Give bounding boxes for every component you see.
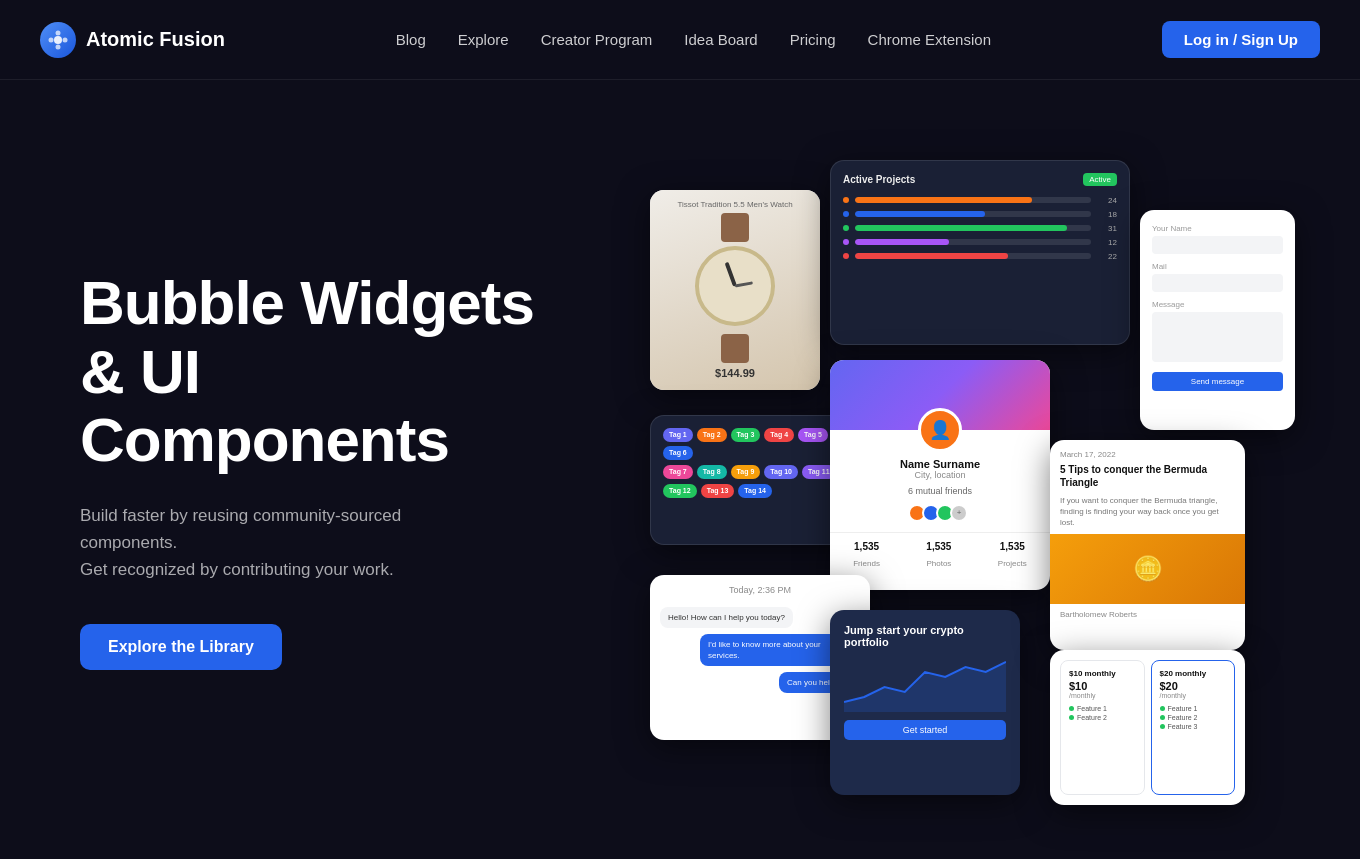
nav-chrome-extension[interactable]: Chrome Extension	[868, 31, 991, 48]
profile-avatar: 👤	[918, 408, 962, 452]
profile-location: City, location	[900, 470, 980, 480]
profile-name: Name Surname	[900, 458, 980, 470]
widget-table: Active Projects Active 24 18	[830, 160, 1130, 345]
hero-section: Bubble Widgets & UI Components Build fas…	[0, 80, 1360, 859]
form-name-input	[1152, 236, 1283, 254]
widget-watch: Tissot Tradition 5.5 Men's Watch $144.99	[650, 190, 820, 390]
svg-point-0	[54, 36, 62, 44]
blog-body: If you want to conquer the Bermuda trian…	[1050, 495, 1245, 535]
table-row: 24	[843, 196, 1117, 205]
login-button[interactable]: Log in / Sign Up	[1162, 21, 1320, 58]
stat-projects-num: 1,535	[998, 541, 1027, 552]
profile-mutual: 6 mutual friends	[900, 486, 980, 496]
watch-price: $144.99	[715, 367, 755, 379]
watch-title: Tissot Tradition 5.5 Men's Watch	[677, 200, 792, 209]
table-badge: Active	[1083, 173, 1117, 186]
profile-stat-photos: 1,535 Photos	[926, 541, 951, 570]
stat-photos-lbl: Photos	[926, 559, 951, 568]
nav-right: Log in / Sign Up	[1162, 21, 1320, 58]
hero-widgets: Tissot Tradition 5.5 Men's Watch $144.99…	[620, 160, 1320, 780]
logo-link[interactable]: Atomic Fusion	[40, 22, 225, 58]
pricing-plan-basic: $10 monthly $10 /monthly Feature 1 Featu…	[1060, 660, 1145, 795]
watch-strap	[721, 213, 749, 243]
profile-stat-friends: 1,535 Friends	[853, 541, 880, 570]
widget-profile: 👤 Name Surname City, location 6 mutual f…	[830, 360, 1050, 590]
stat-friends-lbl: Friends	[853, 559, 880, 568]
table-row: 31	[843, 224, 1117, 233]
svg-point-2	[56, 44, 61, 49]
nav-links: Blog Explore Creator Program Idea Board …	[396, 31, 991, 49]
explore-library-button[interactable]: Explore the Library	[80, 624, 282, 670]
widget-blog: March 17, 2022 5 Tips to conquer the Ber…	[1050, 440, 1245, 650]
stat-friends-num: 1,535	[853, 541, 880, 552]
form-message-label: Message	[1152, 300, 1283, 309]
widget-crypto: Jump start your crypto portfolio Get sta…	[830, 610, 1020, 795]
svg-point-4	[63, 37, 68, 42]
widget-form: Your Name Mail Message Send message	[1140, 210, 1295, 430]
profile-cover: 👤	[830, 360, 1050, 430]
svg-point-3	[49, 37, 54, 42]
watch-face	[695, 246, 775, 325]
widget-pricing: $10 monthly $10 /monthly Feature 1 Featu…	[1050, 650, 1245, 805]
blog-image: 🪙	[1050, 534, 1245, 604]
hero-subtitle: Build faster by reusing community-source…	[80, 502, 500, 584]
nav-pricing[interactable]: Pricing	[790, 31, 836, 48]
blog-title: 5 Tips to conquer the Bermuda Triangle	[1050, 463, 1245, 495]
table-row: 18	[843, 210, 1117, 219]
blog-date: March 17, 2022	[1050, 440, 1245, 463]
table-title: Active Projects	[843, 174, 915, 185]
nav-blog[interactable]: Blog	[396, 31, 426, 48]
hero-content: Bubble Widgets & UI Components Build fas…	[80, 269, 580, 669]
chat-message-left: Hello! How can I help you today?	[660, 607, 793, 628]
hero-title: Bubble Widgets & UI Components	[80, 269, 580, 474]
stat-photos-num: 1,535	[926, 541, 951, 552]
nav-creator-program[interactable]: Creator Program	[541, 31, 653, 48]
svg-point-1	[56, 30, 61, 35]
form-mail-label: Mail	[1152, 262, 1283, 271]
pricing-plan-popular: $20 monthly $20 /monthly Feature 1 Featu…	[1151, 660, 1236, 795]
form-send-button[interactable]: Send message	[1152, 372, 1283, 391]
table-row: 22	[843, 252, 1117, 261]
watch-strap-bottom	[721, 334, 749, 364]
logo-text: Atomic Fusion	[86, 28, 225, 51]
form-name-label: Your Name	[1152, 224, 1283, 233]
table-row: 12	[843, 238, 1117, 247]
form-mail-input	[1152, 274, 1283, 292]
crypto-cta-button[interactable]: Get started	[844, 720, 1006, 740]
logo-icon	[40, 22, 76, 58]
navbar: Atomic Fusion Blog Explore Creator Progr…	[0, 0, 1360, 80]
stat-projects-lbl: Projects	[998, 559, 1027, 568]
nav-idea-board[interactable]: Idea Board	[684, 31, 757, 48]
profile-stat-projects: 1,535 Projects	[998, 541, 1027, 570]
blog-author: Bartholomew Roberts	[1050, 604, 1245, 625]
nav-explore[interactable]: Explore	[458, 31, 509, 48]
crypto-title: Jump start your crypto portfolio	[844, 624, 1006, 648]
form-message-textarea	[1152, 312, 1283, 362]
